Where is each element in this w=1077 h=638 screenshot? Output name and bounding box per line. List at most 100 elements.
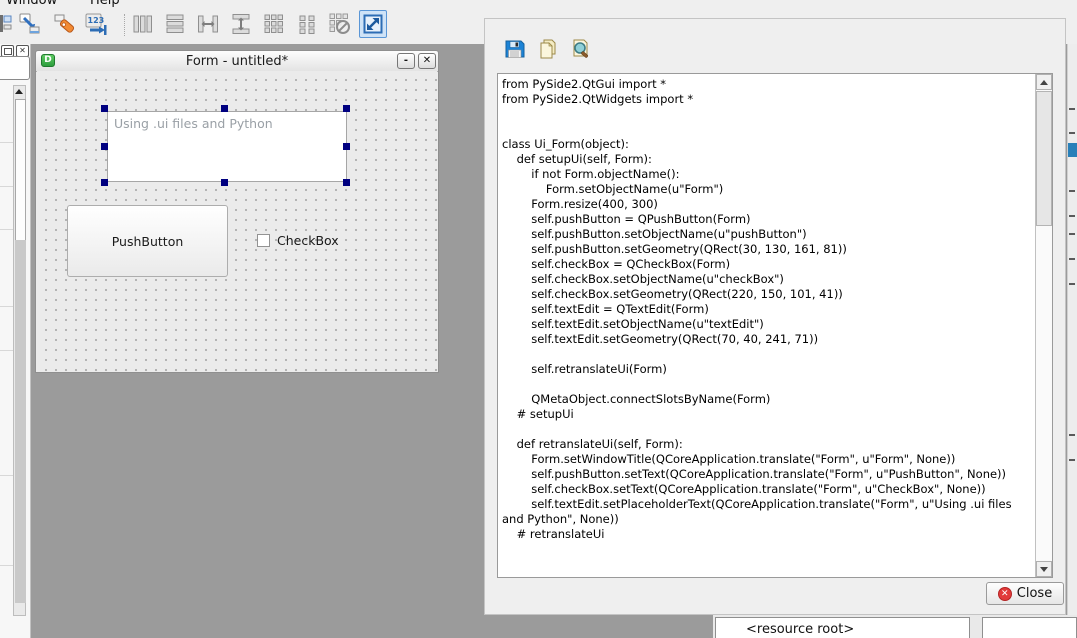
close-button-label: Close — [1017, 586, 1052, 601]
tree-row-fragment — [1069, 459, 1075, 461]
form-close-button[interactable]: ✕ — [418, 53, 436, 69]
tree-row-fragment — [1069, 233, 1075, 235]
resource-tree-panel[interactable]: <resource root> — [715, 617, 970, 638]
code-line — [502, 422, 1034, 437]
code-line: from PySide2.QtGui import * — [502, 77, 1034, 92]
splitter-horizontal-button[interactable] — [194, 10, 222, 38]
close-icon: ✕ — [19, 46, 26, 55]
selection-handle-ne[interactable] — [343, 105, 350, 112]
selection-handle-s[interactable] — [221, 179, 228, 186]
edit-signals-slots-button[interactable] — [16, 10, 44, 38]
selection-handle-w[interactable] — [101, 143, 108, 150]
code-line: self.pushButton.setObjectName(u"pushButt… — [502, 227, 1034, 242]
layout-form-icon — [296, 12, 320, 36]
menubar: Window Help — [0, 0, 1077, 8]
code-line: self.pushButton.setText(QCoreApplication… — [502, 467, 1034, 482]
resource-root-item[interactable]: <resource root> — [746, 622, 854, 637]
selection-handle-se[interactable] — [343, 179, 350, 186]
pushbutton-widget[interactable]: PushButton — [67, 205, 228, 277]
edit-buddies-button[interactable] — [51, 10, 79, 38]
break-layout-icon — [328, 12, 352, 36]
code-line — [502, 122, 1034, 137]
selection-handle-nw[interactable] — [101, 105, 108, 112]
copy-button[interactable] — [536, 37, 560, 61]
save-icon — [504, 38, 526, 60]
splitter-vertical-icon — [229, 12, 253, 36]
float-icon — [4, 48, 12, 55]
code-line — [502, 377, 1034, 392]
tree-row-fragment — [1069, 434, 1075, 436]
menu-help[interactable]: Help — [90, 0, 120, 8]
layout-grid-button[interactable] — [260, 10, 288, 38]
resource-dock: <resource root> — [713, 615, 1077, 638]
edit-widgets-button[interactable] — [0, 10, 15, 38]
form-window-titlebar[interactable]: D Form - untitled* - ✕ — [36, 51, 438, 72]
widget-list-separator — [0, 229, 13, 230]
code-scrollbar[interactable] — [1035, 74, 1052, 577]
scroll-up-button[interactable] — [1036, 74, 1052, 90]
code-line: self.textEdit.setPlaceholderText(QCoreAp… — [502, 497, 1034, 512]
tree-row-fragment — [1069, 190, 1075, 192]
textedit-widget[interactable]: Using .ui files and Python — [107, 111, 347, 182]
code-line: if not Form.objectName(): — [502, 167, 1034, 182]
code-line — [502, 107, 1034, 122]
code-line: self.textEdit.setGeometry(QRect(70, 40, … — [502, 332, 1034, 347]
layout-grid-icon — [262, 12, 286, 36]
code-text: from PySide2.QtGui import *from PySide2.… — [502, 77, 1034, 542]
scrollbar-thumb[interactable] — [15, 99, 26, 241]
close-button[interactable]: ✕ Close — [986, 582, 1064, 605]
find-button[interactable] — [569, 37, 593, 61]
code-line — [502, 347, 1034, 362]
tree-row-fragment — [1069, 215, 1075, 217]
widget-filter-input[interactable] — [0, 56, 30, 80]
form-window: D Form - untitled* - ✕ Using .ui files a… — [35, 50, 439, 373]
selected-row-fragment — [1068, 143, 1077, 157]
edit-tab-order-button[interactable]: 123 — [82, 10, 110, 38]
code-view[interactable]: from PySide2.QtGui import *from PySide2.… — [497, 73, 1053, 578]
selection-handle-sw[interactable] — [101, 179, 108, 186]
widget-box-scrollbar[interactable] — [13, 85, 26, 616]
scrollbar-thumb[interactable] — [1036, 91, 1052, 226]
code-line: self.pushButton.setGeometry(QRect(30, 13… — [502, 242, 1034, 257]
menu-window[interactable]: Window — [6, 0, 57, 8]
layout-vertical-icon — [163, 12, 187, 36]
copy-icon — [537, 38, 559, 60]
widget-list-separator — [0, 186, 13, 187]
layout-vertical-button[interactable] — [161, 10, 189, 38]
selection-handle-e[interactable] — [343, 143, 350, 150]
code-line: # setupUi — [502, 407, 1034, 422]
widget-list-separator — [0, 142, 13, 143]
splitter-vertical-button[interactable] — [227, 10, 255, 38]
form-canvas[interactable]: Using .ui files and Python PushButton Ch… — [37, 71, 437, 372]
widget-list-separator — [0, 350, 13, 351]
layout-horizontal-button[interactable] — [129, 10, 157, 38]
scrollbar-track[interactable] — [15, 240, 26, 603]
find-icon — [570, 38, 592, 60]
code-line: self.checkBox.setObjectName(u"checkBox") — [502, 272, 1034, 287]
selection-handle-n[interactable] — [221, 105, 228, 112]
checkbox-widget[interactable] — [257, 234, 270, 247]
widget-box-dock: ✕ — [0, 44, 31, 638]
resource-detail-panel[interactable] — [982, 617, 1077, 638]
scroll-up-icon — [1040, 80, 1048, 85]
form-minimize-button[interactable]: - — [397, 53, 415, 69]
checkbox-label: CheckBox — [277, 233, 339, 248]
scroll-down-icon — [1040, 567, 1048, 572]
scroll-down-button[interactable] — [1036, 561, 1052, 577]
code-line: self.pushButton = QPushButton(Form) — [502, 212, 1034, 227]
close-circle-icon: ✕ — [998, 587, 1012, 601]
adjust-size-button[interactable] — [359, 10, 387, 38]
save-button[interactable] — [503, 37, 527, 61]
svg-text:123: 123 — [88, 16, 105, 25]
code-line: def setupUi(self, Form): — [502, 152, 1034, 167]
break-layout-button[interactable] — [326, 10, 354, 38]
scroll-up-icon[interactable] — [15, 89, 23, 94]
code-line: # retranslateUi — [502, 527, 1034, 542]
layout-form-button[interactable] — [294, 10, 322, 38]
code-line: Form.resize(400, 300) — [502, 197, 1034, 212]
code-line: and Python", None)) — [502, 512, 1034, 527]
splitter-horizontal-icon — [196, 12, 220, 36]
form-window-title: Form - untitled* — [36, 54, 438, 69]
toolbar-separator — [124, 14, 125, 36]
code-preview-dialog: from PySide2.QtGui import *from PySide2.… — [484, 18, 1066, 615]
